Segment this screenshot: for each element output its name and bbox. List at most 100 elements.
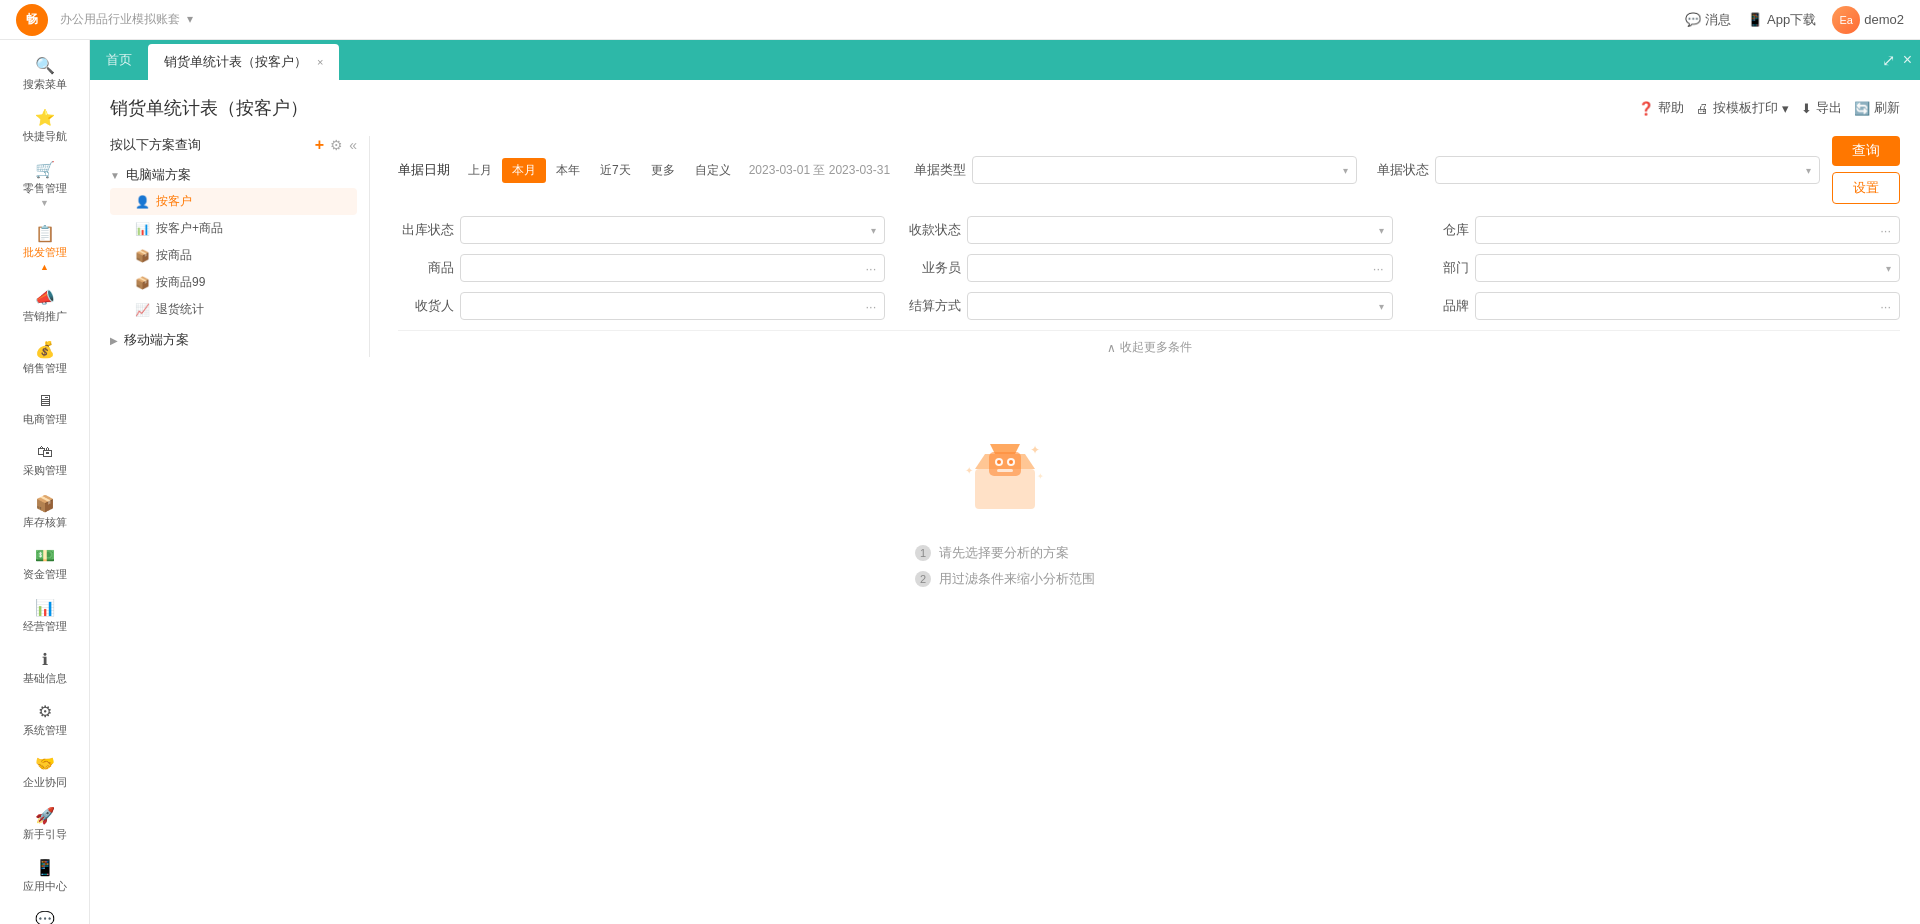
app-download-button[interactable]: 📱 App下载	[1747, 11, 1816, 29]
export-button[interactable]: ⬇ 导出	[1801, 99, 1842, 117]
help-icon: ❓	[1638, 101, 1654, 116]
inventory-icon: 📦	[35, 494, 55, 513]
svg-rect-8	[997, 469, 1013, 472]
payment-dropdown[interactable]: ▾	[967, 216, 1392, 244]
salesperson-input[interactable]: ···	[967, 254, 1392, 282]
receiver-dots-icon: ···	[865, 299, 876, 314]
print-button[interactable]: 🖨 按模板打印 ▾	[1696, 99, 1789, 117]
message-button[interactable]: 💬 消息	[1685, 11, 1731, 29]
date-option-this-year[interactable]: 本年	[546, 158, 590, 183]
guide-icon: 🚀	[35, 806, 55, 825]
sidebar-item-retail[interactable]: 🛒 零售管理 ▼	[0, 152, 89, 216]
sidebar-item-search[interactable]: 🔍 搜索菜单	[0, 48, 89, 100]
date-option-custom[interactable]: 自定义	[685, 158, 741, 183]
refresh-button[interactable]: 🔄 刷新	[1854, 99, 1900, 117]
tab-active[interactable]: 销货单统计表（按客户） ×	[148, 44, 339, 80]
help-button[interactable]: ❓ 帮助	[1638, 99, 1684, 117]
info-icon: ℹ	[42, 650, 48, 669]
filter-panel: 单据日期 上月 本月 本年 近7天 更多 自定义 2023-03-01 至 20…	[398, 136, 1900, 364]
user-menu[interactable]: Ea demo2	[1832, 6, 1904, 34]
date-option-last-month[interactable]: 上月	[458, 158, 502, 183]
product-icon: 📦	[134, 248, 150, 264]
add-scheme-button[interactable]: +	[315, 136, 324, 154]
sidebar-item-wechat[interactable]: 💬 企业微信	[0, 902, 89, 924]
ecommerce-icon: 🖥	[37, 392, 53, 410]
type-dropdown[interactable]: ▾	[972, 156, 1357, 184]
scheme-group-desktop-title[interactable]: ▼ 电脑端方案	[110, 162, 357, 188]
page-title: 销货单统计表（按客户）	[110, 96, 308, 120]
appcenter-icon: 📱	[35, 858, 55, 877]
empty-state: ✦ ✦ ✦ 1 请先选择要分析的方案 2	[110, 364, 1900, 648]
sidebar-item-inventory[interactable]: 📦 库存核算	[0, 486, 89, 538]
query-button[interactable]: 查询	[1832, 136, 1900, 166]
sidebar-item-operations[interactable]: 📊 经营管理	[0, 590, 89, 642]
type-label: 单据类型	[910, 161, 966, 179]
sidebar-item-system[interactable]: ⚙ 系统管理	[0, 694, 89, 746]
sidebar-item-purchase[interactable]: 🛍 采购管理	[0, 435, 89, 486]
print-icon: 🖨	[1696, 101, 1709, 116]
payment-method-label: 结算方式	[905, 297, 961, 315]
svg-rect-3	[989, 452, 1021, 476]
retail-icon: 🛒	[35, 160, 55, 179]
maximize-icon[interactable]: ⤢	[1882, 51, 1895, 70]
scheme-panel: 按以下方案查询 + ⚙ « ▼	[110, 136, 370, 357]
scheme-item-by-customer[interactable]: 👤 按客户	[110, 188, 357, 215]
type-caret-icon: ▾	[1343, 165, 1348, 176]
payment-caret-icon: ▾	[1379, 225, 1384, 236]
product-field: 商品 ···	[398, 254, 885, 282]
status-caret-icon: ▾	[1806, 165, 1811, 176]
payment-method-caret-icon: ▾	[1379, 301, 1384, 312]
date-option-7days[interactable]: 近7天	[590, 158, 641, 183]
download-icon: 📱	[1747, 12, 1763, 27]
outstock-label: 出库状态	[398, 221, 454, 239]
empty-tips: 1 请先选择要分析的方案 2 用过滤条件来缩小分析范围	[915, 544, 1095, 588]
message-icon: 💬	[1685, 12, 1701, 27]
department-caret-icon: ▾	[1886, 263, 1891, 274]
status-label: 单据状态	[1373, 161, 1429, 179]
outstock-field: 出库状态 ▾	[398, 216, 885, 244]
product99-icon: 📦	[134, 275, 150, 291]
product-input[interactable]: ···	[460, 254, 885, 282]
brand-input[interactable]: ···	[1475, 292, 1900, 320]
scheme-item-by-product99[interactable]: 📦 按商品99	[110, 269, 357, 296]
sidebar-item-sales[interactable]: 💰 销售管理	[0, 332, 89, 384]
tab-home[interactable]: 首页	[90, 40, 148, 80]
scheme-item-by-customer-product[interactable]: 📊 按客户+商品	[110, 215, 357, 242]
sidebar-item-collab[interactable]: 🤝 企业协同	[0, 746, 89, 798]
receiver-input[interactable]: ···	[460, 292, 885, 320]
app-title[interactable]: 办公用品行业模拟账套 ▾	[56, 11, 193, 28]
sidebar-item-guide[interactable]: 🚀 新手引导	[0, 798, 89, 850]
settings-button[interactable]: 设置	[1832, 172, 1900, 204]
warehouse-input[interactable]: ···	[1475, 216, 1900, 244]
date-option-this-month[interactable]: 本月	[502, 158, 546, 183]
payment-method-dropdown[interactable]: ▾	[967, 292, 1392, 320]
collapse-up-icon: ∧	[1107, 341, 1116, 355]
department-dropdown[interactable]: ▾	[1475, 254, 1900, 282]
scheme-group-desktop: ▼ 电脑端方案 👤 按客户 📊 按客户+商品	[110, 162, 357, 323]
department-label: 部门	[1413, 259, 1469, 277]
settings-scheme-button[interactable]: ⚙	[330, 137, 343, 153]
sidebar-item-basicinfo[interactable]: ℹ 基础信息	[0, 642, 89, 694]
svg-point-7	[1009, 460, 1013, 464]
outstock-dropdown[interactable]: ▾	[460, 216, 885, 244]
collapse-bar[interactable]: ∧ 收起更多条件	[398, 330, 1900, 364]
print-dropdown-icon: ▾	[1782, 101, 1789, 116]
sidebar-item-finance[interactable]: 💵 资金管理	[0, 538, 89, 590]
scheme-group-mobile-title[interactable]: ▶ 移动端方案	[110, 327, 357, 353]
status-dropdown[interactable]: ▾	[1435, 156, 1820, 184]
date-option-more[interactable]: 更多	[641, 158, 685, 183]
sidebar-item-marketing[interactable]: 📣 营销推广	[0, 280, 89, 332]
collapse-scheme-button[interactable]: «	[349, 137, 357, 153]
marketing-icon: 📣	[35, 288, 55, 307]
tab-close-icon[interactable]: ×	[317, 56, 323, 68]
close-window-icon[interactable]: ×	[1903, 51, 1912, 70]
sidebar-item-ecommerce[interactable]: 🖥 电商管理	[0, 384, 89, 435]
return-icon: 📈	[134, 302, 150, 318]
scheme-item-return-stats[interactable]: 📈 退货统计	[110, 296, 357, 323]
scheme-item-by-product[interactable]: 📦 按商品	[110, 242, 357, 269]
sidebar-item-quicknav[interactable]: ⭐ 快捷导航	[0, 100, 89, 152]
export-icon: ⬇	[1801, 101, 1812, 116]
brand-label: 品牌	[1413, 297, 1469, 315]
sidebar-item-wholesale[interactable]: 📋 批发管理 ▲	[0, 216, 89, 280]
sidebar-item-appcenter[interactable]: 📱 应用中心	[0, 850, 89, 902]
